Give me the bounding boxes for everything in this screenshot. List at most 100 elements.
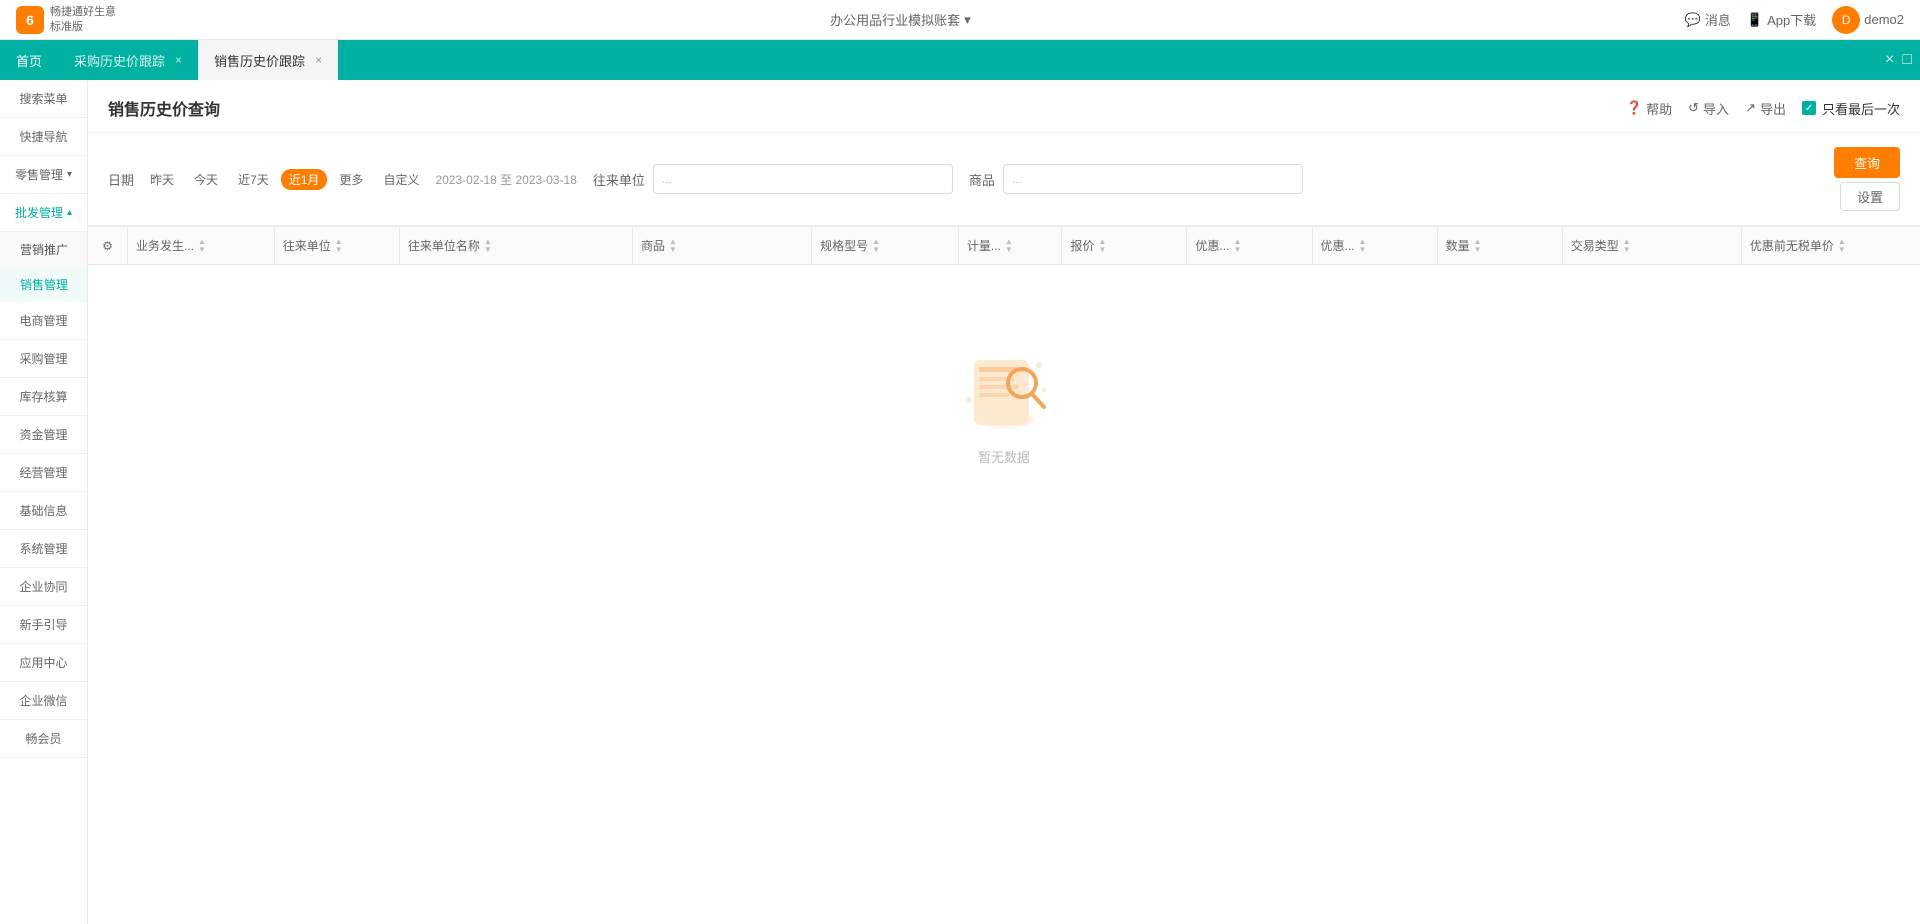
sidebar: 搜索菜单 快捷导航 零售管理 ▾ 批发管理 ▴ 营销推广 销售管理 电商管理 采… [0, 80, 88, 924]
page-header-actions: ❓ 帮助 ↺ 导入 ↗ 导出 ✓ 只看最后一次 [1626, 99, 1900, 118]
chevron-down-icon: ▾ [67, 169, 72, 180]
export-action[interactable]: ↗ 导出 [1745, 99, 1786, 118]
filter-row: 日期 昨天 今天 近7天 近1月 更多 自定义 2023-02-18 至 202… [108, 147, 1900, 211]
import-icon: ↺ [1688, 100, 1699, 116]
date-tab-7days[interactable]: 近7天 [230, 169, 277, 190]
th-trade-type[interactable]: 交易类型 ▲▼ [1563, 227, 1742, 264]
th-gear[interactable]: ⚙ [88, 227, 128, 264]
th-discount2[interactable]: 优惠... ▲▼ [1313, 227, 1438, 264]
page-header: 销售历史价查询 ❓ 帮助 ↺ 导入 ↗ 导出 ✓ [88, 80, 1920, 133]
th-unit[interactable]: 计量... ▲▼ [959, 227, 1062, 264]
sidebar-item-inventory[interactable]: 库存核算 [0, 378, 87, 416]
date-tab-more[interactable]: 更多 [331, 169, 371, 190]
checkbox-icon: ✓ [1802, 101, 1816, 115]
unit-label: 往来单位 [593, 170, 645, 189]
tab-sales-history[interactable]: 销售历史价跟踪 × [198, 40, 338, 80]
date-label: 日期 [108, 170, 134, 189]
query-button[interactable]: 查询 [1834, 147, 1900, 178]
empty-text: 暂无数据 [978, 447, 1030, 466]
window-close-btn[interactable]: × [1885, 51, 1894, 69]
workspace-select[interactable]: 办公用品行业模拟账套 ▾ [830, 10, 971, 29]
tab-purchase-close[interactable]: × [175, 53, 182, 67]
tab-bar: 首页 采购历史价跟踪 × 销售历史价跟踪 × × □ [0, 40, 1920, 80]
avatar: D [1832, 6, 1860, 34]
message-action[interactable]: 💬 消息 [1685, 10, 1731, 29]
tab-sales-close[interactable]: × [315, 53, 322, 67]
sidebar-item-guide[interactable]: 新手引导 [0, 606, 87, 644]
th-unit-name[interactable]: 往来单位名称 ▲▼ [400, 227, 633, 264]
sort-icon: ▲▼ [1098, 238, 1106, 254]
empty-state: 暂无数据 [88, 265, 1920, 546]
unit-input-placeholder: ... [662, 172, 672, 186]
date-tab-yesterday[interactable]: 昨天 [142, 169, 182, 190]
export-icon: ↗ [1745, 100, 1756, 116]
date-tab-custom[interactable]: 自定义 [375, 169, 427, 190]
window-maximize-btn[interactable]: □ [1902, 51, 1912, 69]
sidebar-search[interactable]: 搜索菜单 [0, 80, 87, 118]
main-layout: 搜索菜单 快捷导航 零售管理 ▾ 批发管理 ▴ 营销推广 销售管理 电商管理 采… [0, 80, 1920, 924]
import-action[interactable]: ↺ 导入 [1688, 99, 1729, 118]
empty-illustration [954, 345, 1054, 435]
table-header: ⚙ 业务发生... ▲▼ 往来单位 ▲▼ 往来单位名称 ▲▼ [88, 226, 1920, 265]
sort-icon: ▲▼ [335, 238, 343, 254]
sort-icon: ▲▼ [669, 238, 677, 254]
content-area: 销售历史价查询 ❓ 帮助 ↺ 导入 ↗ 导出 ✓ [88, 80, 1920, 924]
sort-icon: ▲▼ [872, 238, 880, 254]
settings-button[interactable]: 设置 [1840, 182, 1900, 211]
sort-icon: ▲▼ [1474, 238, 1482, 254]
product-input-placeholder: ... [1012, 172, 1022, 186]
sidebar-item-member[interactable]: 畅会员 [0, 720, 87, 758]
filter-actions: 查询 设置 [1834, 147, 1900, 211]
th-qty[interactable]: 数量 ▲▼ [1438, 227, 1563, 264]
logo-area: 6 畅捷通好生意 标准版 [16, 5, 116, 34]
th-spec[interactable]: 规格型号 ▲▼ [812, 227, 959, 264]
date-filter-group: 日期 昨天 今天 近7天 近1月 更多 自定义 2023-02-18 至 202… [108, 169, 577, 190]
tab-purchase-history[interactable]: 采购历史价跟踪 × [58, 40, 198, 80]
date-tab-today[interactable]: 今天 [186, 169, 226, 190]
sidebar-item-retail[interactable]: 零售管理 ▾ [0, 156, 87, 194]
th-price[interactable]: 报价 ▲▼ [1062, 227, 1187, 264]
sidebar-wholesale-submenu: 营销推广 销售管理 [0, 232, 87, 302]
top-bar-right: 💬 消息 📱 App下载 D demo2 [1685, 6, 1904, 34]
sidebar-item-marketing[interactable]: 营销推广 [0, 232, 87, 267]
workspace-area[interactable]: 办公用品行业模拟账套 ▾ [830, 10, 971, 29]
product-input[interactable]: ... [1003, 164, 1303, 194]
sidebar-item-finance[interactable]: 资金管理 [0, 416, 87, 454]
sidebar-item-operations[interactable]: 经营管理 [0, 454, 87, 492]
page-container: 销售历史价查询 ❓ 帮助 ↺ 导入 ↗ 导出 ✓ [88, 80, 1920, 924]
unit-input[interactable]: ... [653, 164, 953, 194]
top-bar-left: 6 畅捷通好生意 标准版 [16, 5, 116, 34]
help-action[interactable]: ❓ 帮助 [1626, 99, 1672, 118]
th-product[interactable]: 商品 ▲▼ [633, 227, 812, 264]
product-label: 商品 [969, 170, 995, 189]
user-profile[interactable]: D demo2 [1832, 6, 1904, 34]
sidebar-item-app-center[interactable]: 应用中心 [0, 644, 87, 682]
page-title: 销售历史价查询 [108, 96, 220, 120]
th-notax-price[interactable]: 优惠前无税单价 ▲▼ [1742, 227, 1920, 264]
sidebar-item-ecommerce[interactable]: 电商管理 [0, 302, 87, 340]
chevron-down-icon: ▾ [964, 12, 971, 28]
mobile-icon: 📱 [1747, 12, 1763, 28]
sidebar-item-wechat[interactable]: 企业微信 [0, 682, 87, 720]
logo-icon: 6 [16, 6, 44, 34]
sidebar-item-purchase[interactable]: 采购管理 [0, 340, 87, 378]
th-unit-code[interactable]: 往来单位 ▲▼ [275, 227, 400, 264]
empty-icon [954, 345, 1054, 435]
date-tab-1month[interactable]: 近1月 [281, 169, 328, 190]
sidebar-quick-nav[interactable]: 快捷导航 [0, 118, 87, 156]
sidebar-item-sales-mgmt[interactable]: 销售管理 [0, 267, 87, 302]
sidebar-item-wholesale[interactable]: 批发管理 ▴ [0, 194, 87, 232]
sort-icon: ▲▼ [1359, 238, 1367, 254]
date-tabs: 昨天 今天 近7天 近1月 更多 自定义 [142, 169, 427, 190]
th-discount1[interactable]: 优惠... ▲▼ [1187, 227, 1312, 264]
only-last-checkbox[interactable]: ✓ 只看最后一次 [1802, 99, 1900, 118]
tab-home[interactable]: 首页 [0, 40, 58, 80]
th-date[interactable]: 业务发生... ▲▼ [128, 227, 275, 264]
sort-icon: ▲▼ [1838, 238, 1846, 254]
app-download-action[interactable]: 📱 App下载 [1747, 10, 1816, 29]
sidebar-item-system[interactable]: 系统管理 [0, 530, 87, 568]
sidebar-item-basic-info[interactable]: 基础信息 [0, 492, 87, 530]
message-icon: 💬 [1685, 12, 1701, 28]
sort-icon: ▲▼ [484, 238, 492, 254]
sidebar-item-enterprise[interactable]: 企业协同 [0, 568, 87, 606]
